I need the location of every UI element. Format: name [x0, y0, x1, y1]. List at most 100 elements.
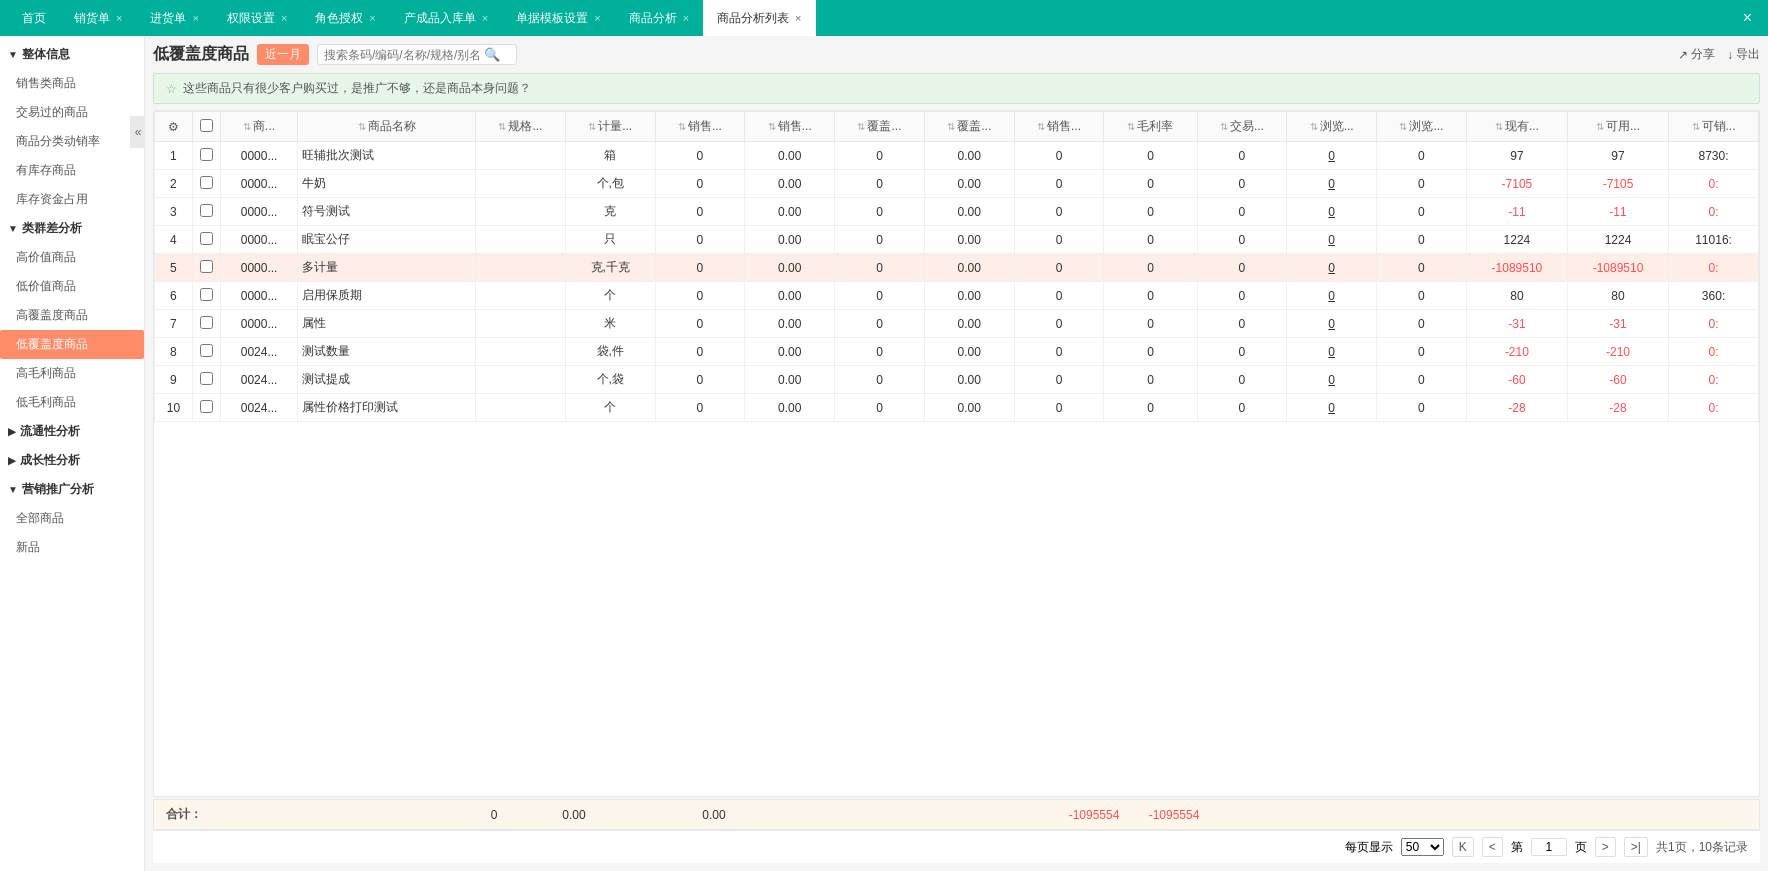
sidebar-collapse-btn[interactable]: « — [130, 116, 145, 148]
row-checkbox-cell[interactable] — [192, 226, 220, 254]
col-browse2[interactable]: ⇅浏览... — [1377, 112, 1467, 142]
nav-product-analysis-close[interactable]: × — [683, 12, 689, 24]
row-checkbox-cell[interactable] — [192, 282, 220, 310]
row-sales-amt: 0.00 — [745, 310, 835, 338]
nav-permission-close[interactable]: × — [281, 12, 287, 24]
sidebar-item-in-stock[interactable]: 有库存商品 — [0, 156, 144, 185]
row-checkbox-cell[interactable] — [192, 394, 220, 422]
nav-product-storage[interactable]: 产成品入库单 × — [390, 0, 502, 36]
sidebar-item-low-coverage[interactable]: 低覆盖度商品 — [0, 330, 144, 359]
col-unit[interactable]: ⇅计量... — [565, 112, 655, 142]
nav-role-auth[interactable]: 角色授权 × — [301, 0, 389, 36]
sidebar-section-cluster[interactable]: ▼ 类群差分析 — [0, 214, 144, 243]
sidebar-item-low-value[interactable]: 低价值商品 — [0, 272, 144, 301]
sidebar-item-high-value[interactable]: 高价值商品 — [0, 243, 144, 272]
sidebar-section-overall[interactable]: ▼ 整体信息 — [0, 40, 144, 69]
col-gross-rate[interactable]: ⇅毛利率 — [1104, 112, 1197, 142]
row-browse1[interactable]: 0 — [1287, 310, 1377, 338]
row-checkbox-cell[interactable] — [192, 338, 220, 366]
time-filter-button[interactable]: 近一月 — [257, 44, 309, 65]
col-available[interactable]: ⇅可用... — [1567, 112, 1668, 142]
sidebar-item-sales-goods[interactable]: 销售类商品 — [0, 69, 144, 98]
sidebar-item-high-coverage[interactable]: 高覆盖度商品 — [0, 301, 144, 330]
nav-template-close[interactable]: × — [594, 12, 600, 24]
nav-sales-order-close[interactable]: × — [116, 12, 122, 24]
page-size-select[interactable]: 50 100 200 — [1401, 838, 1444, 856]
sidebar-section-liquidity[interactable]: ▶ 流通性分析 — [0, 417, 144, 446]
sidebar-section-growth[interactable]: ▶ 成长性分析 — [0, 446, 144, 475]
row-checkbox-cell[interactable] — [192, 198, 220, 226]
sidebar-item-new-goods[interactable]: 新品 — [0, 533, 144, 562]
nav-product-analysis[interactable]: 商品分析 × — [615, 0, 703, 36]
row-browse1[interactable]: 0 — [1287, 226, 1377, 254]
row-browse1[interactable]: 0 — [1287, 170, 1377, 198]
nav-close-all[interactable]: × — [1735, 9, 1760, 27]
row-browse1[interactable]: 0 — [1287, 366, 1377, 394]
col-checkbox-all[interactable] — [192, 112, 220, 142]
row-checkbox-cell[interactable] — [192, 366, 220, 394]
last-page-button[interactable]: >| — [1624, 837, 1648, 857]
sidebar-item-all-goods[interactable]: 全部商品 — [0, 504, 144, 533]
col-sales-qty[interactable]: ⇅销售... — [655, 112, 745, 142]
share-button[interactable]: ↗ 分享 — [1678, 46, 1715, 63]
row-browse1[interactable]: 0 — [1287, 198, 1377, 226]
row-checkbox[interactable] — [200, 176, 213, 189]
col-saleable[interactable]: ⇅可销... — [1669, 112, 1759, 142]
nav-permission-settings[interactable]: 权限设置 × — [213, 0, 301, 36]
row-checkbox[interactable] — [200, 288, 213, 301]
row-browse1[interactable]: 0 — [1287, 282, 1377, 310]
col-trade[interactable]: ⇅交易... — [1197, 112, 1287, 142]
col-current[interactable]: ⇅现有... — [1466, 112, 1567, 142]
row-checkbox[interactable] — [200, 260, 213, 273]
sidebar-item-stock-funds[interactable]: 库存资金占用 — [0, 185, 144, 214]
search-icon[interactable]: 🔍 — [484, 47, 500, 62]
row-checkbox-cell[interactable] — [192, 170, 220, 198]
sidebar-item-category-turnover[interactable]: 商品分类动销率 — [0, 127, 144, 156]
footer-cells: 0 0.00 0.00 -1095554 -1095554 — [214, 808, 1747, 822]
checkbox-all[interactable] — [200, 119, 213, 132]
nav-purchase-close[interactable]: × — [192, 12, 198, 24]
row-browse1[interactable]: 0 — [1287, 142, 1377, 170]
sidebar-section-marketing[interactable]: ▼ 营销推广分析 — [0, 475, 144, 504]
prev-page-button[interactable]: < — [1482, 837, 1503, 857]
row-checkbox[interactable] — [200, 344, 213, 357]
nav-home[interactable]: 首页 — [8, 0, 60, 36]
row-checkbox[interactable] — [200, 316, 213, 329]
col-settings[interactable]: ⚙ — [155, 112, 193, 142]
col-code[interactable]: ⇅商... — [220, 112, 297, 142]
first-page-button[interactable]: K — [1452, 837, 1474, 857]
col-name[interactable]: ⇅商品名称 — [298, 112, 476, 142]
col-sales-amt[interactable]: ⇅销售... — [745, 112, 835, 142]
row-checkbox[interactable] — [200, 148, 213, 161]
row-checkbox[interactable] — [200, 232, 213, 245]
col-browse1[interactable]: ⇅浏览... — [1287, 112, 1377, 142]
export-button[interactable]: ↓ 导出 — [1727, 46, 1760, 63]
row-browse1[interactable]: 0 — [1287, 338, 1377, 366]
col-cov2[interactable]: ⇅覆盖... — [924, 112, 1014, 142]
sidebar-item-low-profit[interactable]: 低毛利商品 — [0, 388, 144, 417]
row-checkbox-cell[interactable] — [192, 310, 220, 338]
row-checkbox-cell[interactable] — [192, 254, 220, 282]
nav-product-storage-close[interactable]: × — [482, 12, 488, 24]
search-input[interactable] — [324, 48, 484, 62]
row-gross-rate: 0 — [1104, 310, 1197, 338]
page-number-input[interactable] — [1531, 838, 1567, 856]
nav-template-settings[interactable]: 单据模板设置 × — [502, 0, 614, 36]
row-checkbox[interactable] — [200, 400, 213, 413]
nav-product-analysis-list[interactable]: 商品分析列表 × — [703, 0, 815, 36]
row-browse1[interactable]: 0 — [1287, 254, 1377, 282]
row-checkbox[interactable] — [200, 204, 213, 217]
col-sales-num[interactable]: ⇅销售... — [1014, 112, 1104, 142]
next-page-button[interactable]: > — [1595, 837, 1616, 857]
row-browse1[interactable]: 0 — [1287, 394, 1377, 422]
nav-sales-order[interactable]: 销货单 × — [60, 0, 136, 36]
nav-purchase-order[interactable]: 进货单 × — [136, 0, 212, 36]
sidebar-item-traded-goods[interactable]: 交易过的商品 — [0, 98, 144, 127]
nav-product-analysis-list-close[interactable]: × — [795, 12, 801, 24]
row-checkbox[interactable] — [200, 372, 213, 385]
nav-role-close[interactable]: × — [369, 12, 375, 24]
col-cov1[interactable]: ⇅覆盖... — [835, 112, 925, 142]
sidebar-item-high-profit[interactable]: 高毛利商品 — [0, 359, 144, 388]
row-checkbox-cell[interactable] — [192, 142, 220, 170]
col-spec[interactable]: ⇅规格... — [476, 112, 566, 142]
